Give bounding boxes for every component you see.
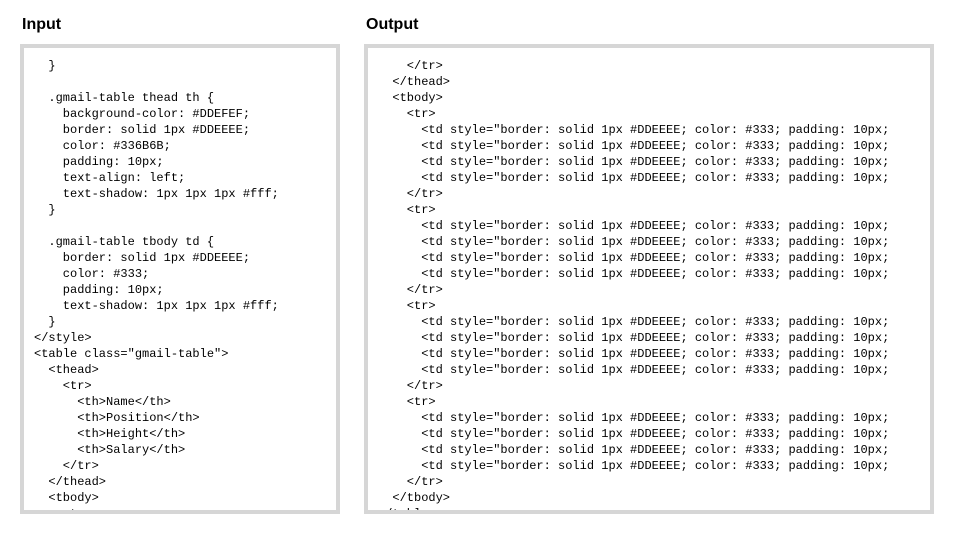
output-column: Output </tr> </thead> <tbody> <tr> <td s… <box>364 16 934 514</box>
input-codebox: } .gmail-table thead th { background-col… <box>20 44 340 514</box>
comparison-page: Input } .gmail-table thead th { backgrou… <box>0 0 957 530</box>
input-heading: Input <box>22 16 340 34</box>
output-heading: Output <box>366 16 934 34</box>
input-code: } .gmail-table thead th { background-col… <box>34 58 336 514</box>
output-code: </tr> </thead> <tbody> <tr> <td style="b… <box>378 58 930 514</box>
input-column: Input } .gmail-table thead th { backgrou… <box>20 16 340 514</box>
output-codebox: </tr> </thead> <tbody> <tr> <td style="b… <box>364 44 934 514</box>
